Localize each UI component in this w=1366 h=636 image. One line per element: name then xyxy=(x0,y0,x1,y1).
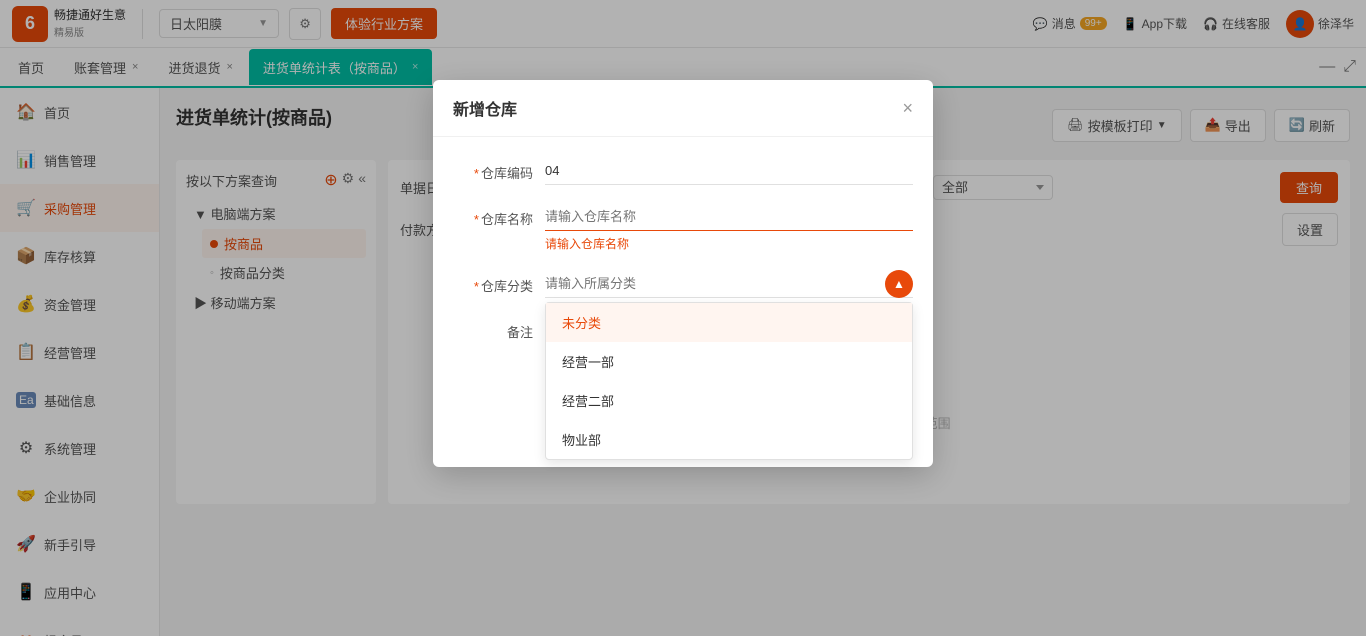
dialog-body: *仓库编码 *仓库名称 请输入仓库名称 *仓库分类 xyxy=(433,137,933,400)
dialog-close-button[interactable]: × xyxy=(902,98,913,119)
category-field: ▲ 未分类 经营一部 经营二部 物业部 xyxy=(545,270,913,298)
form-row-name: *仓库名称 请输入仓库名称 xyxy=(453,203,913,252)
dropdown-item-dept2[interactable]: 经营二部 xyxy=(546,381,912,420)
category-dropdown: 未分类 经营一部 经营二部 物业部 xyxy=(545,302,913,460)
category-label: *仓库分类 xyxy=(453,270,533,295)
note-label: 备注 xyxy=(453,316,533,341)
dialog-overlay: 新增仓库 × *仓库编码 *仓库名称 请输入仓库名称 xyxy=(0,0,1366,636)
add-warehouse-dialog: 新增仓库 × *仓库编码 *仓库名称 请输入仓库名称 xyxy=(433,80,933,467)
category-toggle-button[interactable]: ▲ xyxy=(885,270,913,298)
code-label: *仓库编码 xyxy=(453,157,533,182)
name-input[interactable] xyxy=(545,203,913,231)
dropdown-item-property[interactable]: 物业部 xyxy=(546,420,912,459)
dropdown-item-dept1[interactable]: 经营一部 xyxy=(546,342,912,381)
category-input[interactable] xyxy=(545,270,913,298)
code-input[interactable] xyxy=(545,157,913,185)
dialog-title: 新增仓库 xyxy=(453,96,517,120)
name-label: *仓库名称 xyxy=(453,203,533,228)
dropdown-item-uncategorized[interactable]: 未分类 xyxy=(546,303,912,342)
form-row-code: *仓库编码 xyxy=(453,157,913,185)
dialog-header: 新增仓库 × xyxy=(433,80,933,137)
name-field: 请输入仓库名称 xyxy=(545,203,913,252)
form-row-category: *仓库分类 ▲ 未分类 经营一部 经营二部 xyxy=(453,270,913,298)
name-error-msg: 请输入仓库名称 xyxy=(545,235,913,252)
code-field xyxy=(545,157,913,185)
